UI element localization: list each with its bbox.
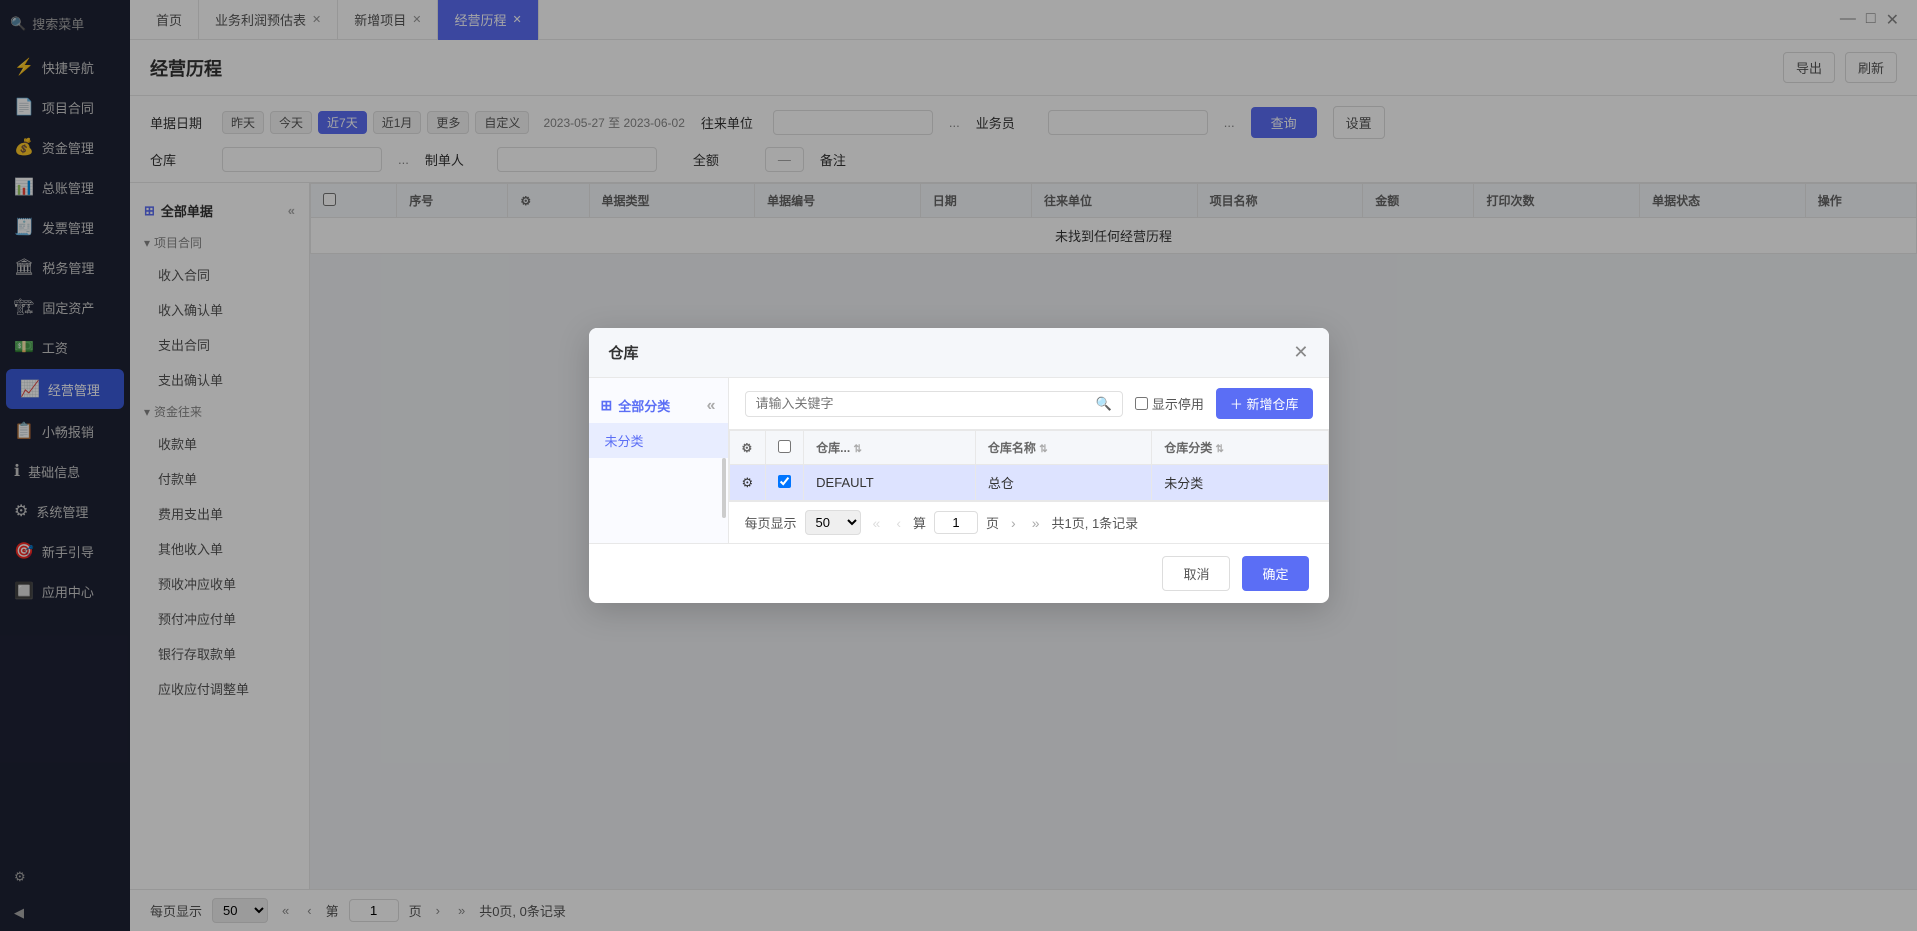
hash-icon: ⊞: [601, 397, 613, 414]
dialog-title: 仓库: [609, 342, 639, 363]
dialog-per-page-select[interactable]: 50 100: [805, 510, 861, 535]
dialog-left-header[interactable]: ⊞ 全部分类 «: [589, 388, 728, 423]
row-checkbox[interactable]: [766, 465, 804, 501]
dialog-toolbar: 🔍 显示停用 ＋ 新增仓库: [729, 378, 1329, 430]
dialog-search-input[interactable]: [756, 396, 1090, 411]
dialog-prev-btn[interactable]: ‹: [892, 513, 905, 533]
dialog-col-gear[interactable]: ⚙: [729, 431, 766, 465]
dialog-search-box[interactable]: 🔍: [745, 391, 1123, 417]
dialog-left-panel: ⊞ 全部分类 « 未分类: [589, 378, 729, 543]
dialog-left-item-unclassified[interactable]: 未分类: [589, 423, 728, 458]
dialog-total: 共1页, 1条记录: [1051, 513, 1138, 532]
dialog-left-title: 全部分类: [618, 396, 670, 415]
sort-icon-category: ⇅: [1216, 444, 1224, 455]
cancel-button[interactable]: 取消: [1162, 556, 1230, 591]
dialog-col-category[interactable]: 仓库分类 ⇅: [1152, 431, 1328, 465]
dialog-table-wrap: ⚙ 仓库... ⇅ 仓库名称 ⇅: [729, 430, 1329, 501]
warehouse-dialog: 仓库 ✕ ⊞ 全部分类 « 未分类: [589, 328, 1329, 603]
show-disabled-checkbox[interactable]: [1135, 397, 1148, 410]
dialog-per-page-label: 每页显示: [745, 513, 797, 532]
row-gear[interactable]: ⚙: [729, 465, 766, 501]
show-disabled-toggle[interactable]: 显示停用: [1135, 394, 1204, 413]
dialog-page-input[interactable]: [934, 511, 978, 534]
dialog-header: 仓库 ✕: [589, 328, 1329, 378]
row-code: DEFAULT: [804, 465, 976, 501]
row-select-checkbox[interactable]: [778, 475, 791, 488]
dialog-body: ⊞ 全部分类 « 未分类 🔍: [589, 378, 1329, 543]
dialog-table: ⚙ 仓库... ⇅ 仓库名称 ⇅: [729, 430, 1329, 501]
dialog-page-suffix: 页: [986, 513, 999, 532]
dialog-right-panel: 🔍 显示停用 ＋ 新增仓库 ⚙: [729, 378, 1329, 543]
dialog-col-name[interactable]: 仓库名称 ⇅: [975, 431, 1151, 465]
modal-overlay: 仓库 ✕ ⊞ 全部分类 « 未分类: [0, 0, 1917, 931]
row-name: 总仓: [975, 465, 1151, 501]
dialog-first-btn[interactable]: «: [869, 513, 885, 533]
dialog-select-all[interactable]: [778, 440, 791, 453]
dialog-page-label: 算: [913, 513, 926, 532]
confirm-button[interactable]: 确定: [1242, 556, 1308, 591]
table-row[interactable]: ⚙ DEFAULT 总仓 未分类: [729, 465, 1328, 501]
search-icon: 🔍: [1096, 396, 1112, 412]
sort-icon-code: ⇅: [854, 444, 862, 455]
dialog-last-btn[interactable]: »: [1028, 513, 1044, 533]
row-category: 未分类: [1152, 465, 1328, 501]
dialog-footer: 取消 确定: [589, 543, 1329, 603]
dialog-close-button[interactable]: ✕: [1293, 342, 1308, 363]
dialog-col-code[interactable]: 仓库... ⇅: [804, 431, 976, 465]
add-warehouse-button[interactable]: ＋ 新增仓库: [1216, 388, 1313, 419]
dialog-pagination: 每页显示 50 100 « ‹ 算 页 › » 共1页, 1条记录: [729, 501, 1329, 543]
show-disabled-label: 显示停用: [1152, 394, 1204, 413]
dialog-left-collapse-btn[interactable]: «: [707, 397, 716, 415]
sort-icon-name: ⇅: [1039, 444, 1047, 455]
dialog-next-btn[interactable]: ›: [1007, 513, 1020, 533]
dialog-col-checkbox[interactable]: [766, 431, 804, 465]
scroll-thumb: [722, 458, 726, 518]
